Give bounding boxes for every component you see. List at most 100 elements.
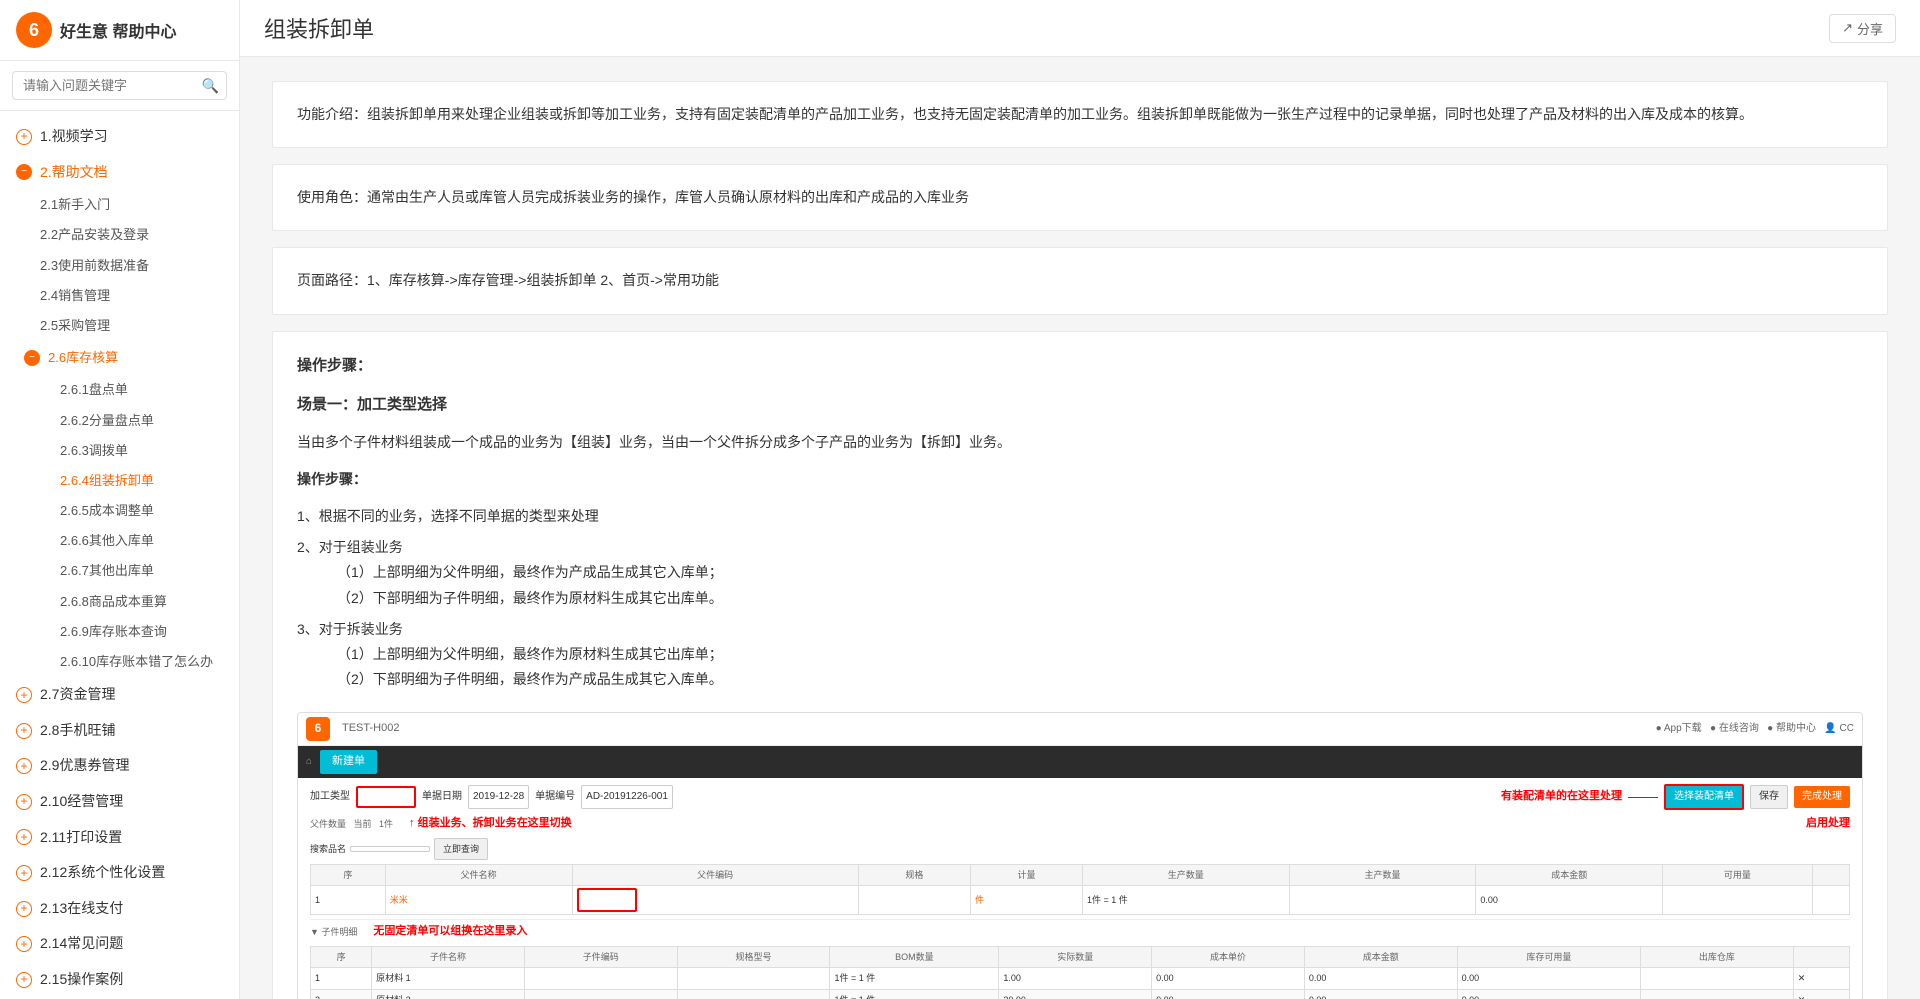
share-icon: ↗ [1842, 20, 1853, 36]
ss-ltd-ca1: 0.00 [1304, 968, 1457, 989]
ss-td-mqty [1289, 886, 1476, 915]
sidebar-sub-item-8[interactable]: 2.6.3调拨单 [0, 436, 239, 466]
step1: 1、根据不同的业务，选择不同单据的类型来处理 [297, 504, 1863, 529]
ss-home-icon: ⌂ [306, 753, 312, 771]
ss-lth-bom: BOM数量 [830, 947, 999, 968]
step3-2: （2）下部明细为子件明细，最终作为产成品生成其它入库单。 [337, 667, 1863, 692]
ss-th-parent-code: 父件编码 [572, 865, 858, 886]
ss-td-name: 米米 [385, 886, 572, 915]
ss-ltd-ops1: ✕ [1793, 968, 1849, 989]
ss-lth-wh: 出库仓库 [1640, 947, 1793, 968]
ss-th-avail: 可用量 [1663, 865, 1812, 886]
sidebar-item-case[interactable]: + 2.15操作案例 [0, 962, 239, 998]
sidebar-item-print[interactable]: + 2.11打印设置 [0, 820, 239, 856]
search-box[interactable]: 🔍 [0, 61, 239, 111]
sidebar-sub-item-4[interactable]: 2.5采购管理 [0, 311, 239, 341]
sidebar-item-docs[interactable]: − 2.帮助文档 [0, 155, 239, 191]
expand-icon: + [16, 829, 32, 845]
sidebar-sub-item-13[interactable]: 2.6.8商品成本重算 [0, 587, 239, 617]
expand-icon: + [16, 758, 32, 774]
ops-steps-label: 操作步骤： [297, 467, 1863, 492]
ss-td-pqty: 1件 = 1 件 [1083, 886, 1290, 915]
ss-ltd-spec2 [677, 989, 830, 999]
ss-type-label: 加工类型 [310, 788, 350, 806]
sidebar-sub-item-12[interactable]: 2.6.7其他出库单 [0, 556, 239, 586]
search-input[interactable] [12, 71, 227, 100]
sidebar-item-label: 2.13在线支付 [40, 899, 123, 919]
sidebar-item-system[interactable]: + 2.12系统个性化设置 [0, 855, 239, 891]
sidebar-sub-item-1[interactable]: 2.2产品安装及登录 [0, 220, 239, 250]
ss-upper-table: 序 父件名称 父件编码 规格 计量 生产数量 主产数量 成本金额 可用量 [310, 864, 1850, 915]
ss-lower-table: 序 子件名称 子件编码 规格型号 BOM数量 实际数量 成本单价 成本金额 库存… [310, 946, 1850, 999]
ss-ltd-wh2 [1640, 989, 1793, 999]
sidebar-item-label: 2.7资金管理 [40, 685, 115, 705]
expand-icon: + [16, 865, 32, 881]
ss-date-label: 单据日期 [422, 788, 462, 806]
ss-ltd-bom2: 1件 = 1 件 [830, 989, 999, 999]
sidebar-item-label: 2.8手机旺铺 [40, 721, 115, 741]
ss-active-tab: 新建单 [320, 750, 377, 774]
ss-ltd-code2 [524, 989, 677, 999]
ss-form-row1: 加工类型 单据日期 2019-12-28 单据编号 AD-20191226-00… [310, 784, 1850, 810]
sidebar-sub-item-9-active[interactable]: 2.6.4组装拆卸单 [0, 466, 239, 496]
ss-td-spec [858, 886, 970, 915]
ss-td-unit: 件 [970, 886, 1082, 915]
ss-code-input: AD-20191226-001 [581, 785, 673, 809]
sidebar-item-label: 2.14常见问题 [40, 934, 123, 954]
ops-title: 操作步骤： [297, 352, 1863, 379]
sidebar-item-coupon[interactable]: + 2.9优惠券管理 [0, 748, 239, 784]
step2-2: （2）下部明细为子件明细，最终作为原材料生成其它出库单。 [337, 586, 1863, 611]
ss-search-input [350, 846, 430, 852]
main-content: 组装拆卸单 ↗ 分享 功能介绍：组装拆卸单用来处理企业组装或拆卸等加工业务，支持… [240, 0, 1920, 999]
step3: 3、对于拆装业务 [297, 617, 1863, 642]
expand-icon: + [16, 901, 32, 917]
sidebar-item-mgmt[interactable]: + 2.10经营管理 [0, 784, 239, 820]
sidebar-item-finance[interactable]: + 2.7资金管理 [0, 677, 239, 713]
ss-annotation1: 有装配清单的在这里处理 [1501, 787, 1622, 807]
ss-sub-label: 父件数量 当前 1件 [310, 816, 393, 832]
sidebar-sub-item-0[interactable]: 2.1新手入门 [0, 190, 239, 220]
sidebar-sub-item-10[interactable]: 2.6.5成本调整单 [0, 496, 239, 526]
ss-annotation2: ↑ 组装业务、拆卸业务在这里切换 [409, 814, 572, 834]
ss-segment-label: ▼ 子件明细 [310, 924, 357, 940]
ss-th-main-qty: 主产数量 [1289, 865, 1476, 886]
ss-ltd-avail2: 0.00 [1457, 989, 1640, 999]
sidebar-item-mobile[interactable]: + 2.8手机旺铺 [0, 713, 239, 749]
step2-1: （1）上部明细为父件明细，最终作为产成品生成其它入库单； [337, 560, 1863, 585]
ss-ltd-ops2: ✕ [1793, 989, 1849, 999]
sidebar-sub-item-6[interactable]: 2.6.1盘点单 [0, 375, 239, 405]
ss-confirm-btn: 立即查询 [434, 838, 488, 860]
ss-ltd-actual1: 1.00 [999, 968, 1152, 989]
sidebar-item-label: 2.12系统个性化设置 [40, 863, 165, 883]
sidebar-sub-item-3[interactable]: 2.4销售管理 [0, 281, 239, 311]
sidebar-item-faq[interactable]: + 2.14常见问题 [0, 926, 239, 962]
sidebar-item-label: 1.视频学习 [40, 127, 108, 147]
expand-icon: + [16, 723, 32, 739]
sidebar-sub-item-7[interactable]: 2.6.2分量盘点单 [0, 406, 239, 436]
step3-1: （1）上部明细为父件明细，最终作为原材料生成其它出库单； [337, 642, 1863, 667]
expand-icon: + [16, 687, 32, 703]
top-bar: 组装拆卸单 ↗ 分享 [240, 0, 1920, 57]
step2: 2、对于组装业务 [297, 535, 1863, 560]
sidebar-item-inventory[interactable]: − 2.6库存核算 [0, 341, 239, 375]
app-title: 好生意 帮助中心 [60, 18, 176, 42]
sidebar-item-video[interactable]: + 1.视频学习 [0, 119, 239, 155]
ss-ltd-name1: 原材料 1 [372, 968, 525, 989]
ss-ltd-no1: 1 [311, 968, 372, 989]
expand-icon: + [16, 972, 32, 988]
ss-ltd-bom1: 1件 = 1 件 [830, 968, 999, 989]
share-button[interactable]: ↗ 分享 [1829, 14, 1896, 43]
ss-th-prod-qty: 生产数量 [1083, 865, 1290, 886]
ops-card: 操作步骤： 场景一：加工类型选择 当由多个子件材料组装成一个成品的业务为【组装】… [272, 331, 1888, 999]
content-area: 功能介绍：组装拆卸单用来处理企业组装或拆卸等加工业务，支持有固定装配清单的产品加… [240, 57, 1920, 999]
ss-select-btn: 选择装配清单 [1664, 784, 1744, 810]
page-title: 组装拆卸单 [264, 12, 374, 44]
sidebar-sub-item-11[interactable]: 2.6.6其他入库单 [0, 526, 239, 556]
sidebar-sub-item-14[interactable]: 2.6.9库存账本查询 [0, 617, 239, 647]
ss-td-cost: 0.00 [1476, 886, 1663, 915]
sidebar-sub-item-2[interactable]: 2.3使用前数据准备 [0, 251, 239, 281]
ss-type-input [356, 786, 416, 808]
ss-lth-cost-unit: 成本单价 [1152, 947, 1305, 968]
sidebar-sub-item-15[interactable]: 2.6.10库存账本错了怎么办 [0, 647, 239, 677]
sidebar-item-payment[interactable]: + 2.13在线支付 [0, 891, 239, 927]
